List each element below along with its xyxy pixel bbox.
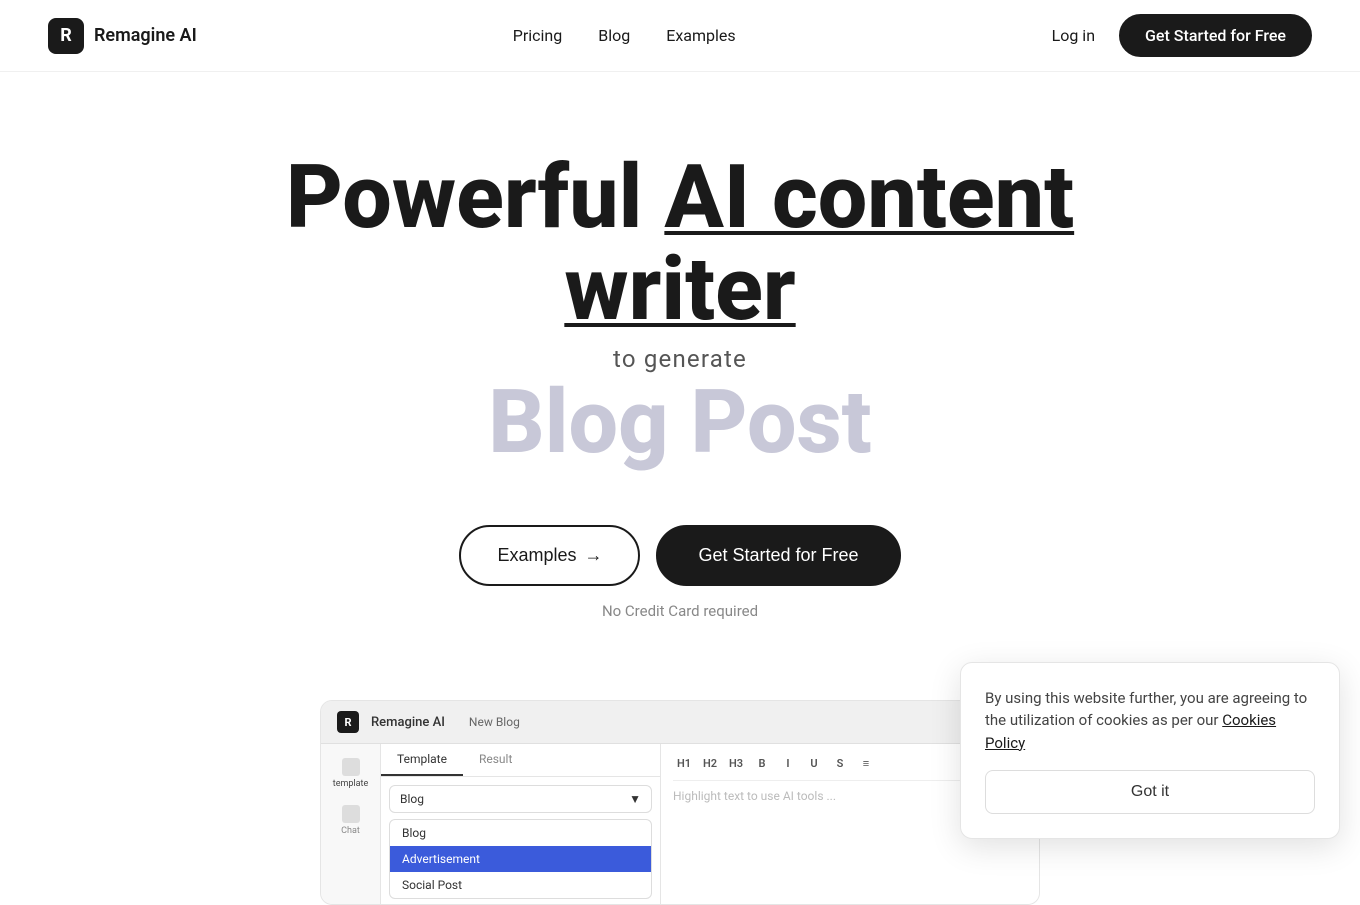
toolbar-underline[interactable]: U: [803, 752, 825, 774]
app-sidebar: template Chat: [321, 744, 381, 904]
cookie-accept-button[interactable]: Got it: [985, 770, 1315, 814]
app-left-panel: Template Result Blog ▼ Blog Advertisemen…: [381, 744, 661, 904]
nav-right: Log in Get Started for Free: [1052, 14, 1312, 57]
hero-get-started-button[interactable]: Get Started for Free: [656, 525, 900, 586]
toolbar-h3[interactable]: H3: [725, 752, 747, 774]
dropdown-menu: Blog Advertisement Social Post: [389, 819, 652, 899]
toolbar-h1[interactable]: H1: [673, 752, 695, 774]
cookie-message: By using this website further, you are a…: [985, 687, 1315, 755]
sidebar-chat-item[interactable]: Chat: [321, 799, 380, 842]
logo-icon: R: [48, 18, 84, 54]
app-content: template Chat Template Result Blog ▼: [321, 744, 1039, 904]
template-icon: [342, 758, 360, 776]
nav-get-started-button[interactable]: Get Started for Free: [1119, 14, 1312, 57]
hero-dynamic-word: Blog Post: [488, 377, 871, 469]
navbar: R Remagine AI Pricing Blog Examples Log …: [0, 0, 1360, 72]
app-preview: R Remagine AI New Blog template Chat T: [320, 700, 1040, 905]
app-logo-small: R: [337, 711, 359, 733]
toolbar-italic[interactable]: I: [777, 752, 799, 774]
nav-logo[interactable]: R Remagine AI: [48, 18, 197, 54]
dropdown-item-advertisement[interactable]: Advertisement: [390, 846, 651, 872]
brand-name: Remagine AI: [94, 25, 197, 46]
arrow-icon: →: [584, 545, 602, 566]
cookie-banner: By using this website further, you are a…: [960, 662, 1340, 840]
sidebar-template-item[interactable]: template: [321, 752, 380, 795]
dropdown-item-social-post[interactable]: Social Post: [390, 872, 651, 898]
toolbar-h2[interactable]: H2: [699, 752, 721, 774]
nav-links: Pricing Blog Examples: [513, 26, 736, 45]
result-tab[interactable]: Result: [463, 744, 528, 776]
examples-button[interactable]: Examples →: [459, 525, 640, 586]
toolbar-bold[interactable]: B: [751, 752, 773, 774]
nav-examples[interactable]: Examples: [666, 26, 735, 45]
hero-section: Powerful AI content writer to generate B…: [0, 72, 1360, 680]
hero-title: Powerful AI content writer: [230, 152, 1130, 337]
chat-icon: [342, 805, 360, 823]
hero-subtitle: to generate: [613, 345, 747, 373]
nav-blog[interactable]: Blog: [598, 26, 630, 45]
app-new-blog-label: New Blog: [469, 715, 520, 729]
blog-dropdown[interactable]: Blog ▼: [389, 785, 652, 813]
nav-login[interactable]: Log in: [1052, 26, 1095, 45]
nav-pricing[interactable]: Pricing: [513, 26, 563, 45]
toolbar-strikethrough[interactable]: S: [829, 752, 851, 774]
template-tab[interactable]: Template: [381, 744, 463, 776]
app-dropdown-area: Blog ▼ Blog Advertisement Social Post: [381, 777, 660, 905]
chevron-down-icon: ▼: [629, 792, 641, 806]
dropdown-item-blog[interactable]: Blog: [390, 820, 651, 846]
app-tabs: Template Result: [381, 744, 660, 777]
toolbar-list[interactable]: ≡: [855, 752, 877, 774]
app-preview-bar: R Remagine AI New Blog: [321, 701, 1039, 744]
no-credit-card-text: No Credit Card required: [602, 602, 758, 620]
hero-buttons: Examples → Get Started for Free: [459, 525, 900, 586]
app-brand-name: Remagine AI: [371, 715, 445, 730]
